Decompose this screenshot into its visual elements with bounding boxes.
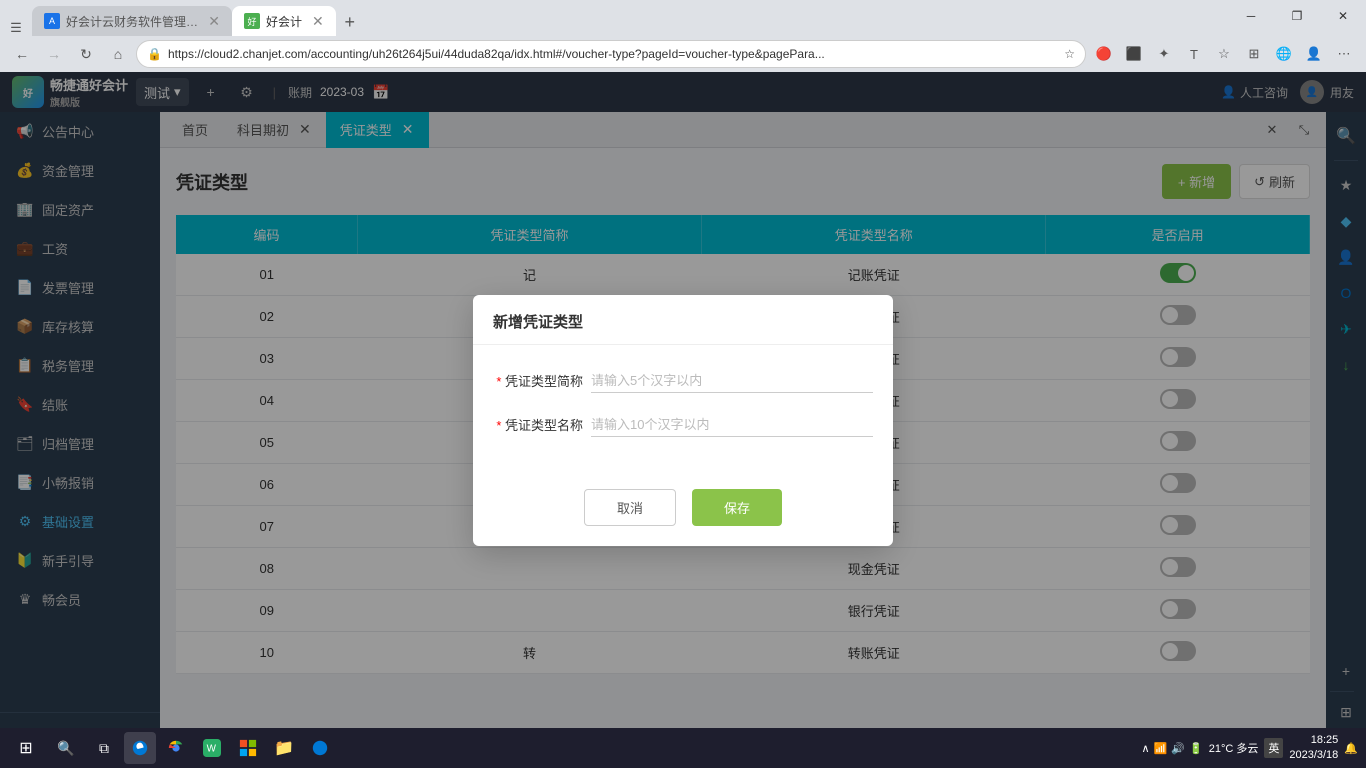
extension-btn-5[interactable]: ☆ [1210, 40, 1238, 68]
tab-favicon-1: A [44, 13, 60, 29]
extension-btn-3[interactable]: ✦ [1150, 40, 1178, 68]
tab-inactive-1[interactable]: A 好会计云财务软件管理系统_会计 ✕ [32, 6, 232, 36]
back-button[interactable]: ← [8, 40, 36, 68]
cancel-button[interactable]: 取消 [584, 489, 676, 526]
extension-btn-2[interactable]: ⬛ [1120, 40, 1148, 68]
form-row-short: 凭证类型简称 [493, 369, 873, 393]
taskbar-wechat[interactable]: W [196, 732, 228, 764]
extension-btn-7[interactable]: 🌐 [1270, 40, 1298, 68]
more-btn[interactable]: ⋯ [1330, 40, 1358, 68]
taskbar-edge-2[interactable] [304, 732, 336, 764]
taskbar-sys-icons: ∧ 📶 🔊 🔋 [1142, 742, 1203, 755]
extension-btn-4[interactable]: T [1180, 40, 1208, 68]
modal-body: 凭证类型简称 凭证类型名称 [473, 345, 893, 477]
taskbar-date: 2023/3/18 [1289, 748, 1338, 763]
taskbar-chrome[interactable] [160, 732, 192, 764]
minimize-button[interactable]: ─ [1228, 0, 1274, 32]
address-bar-row: ← → ↻ ⌂ 🔒 https://cloud2.chanjet.com/acc… [0, 36, 1366, 72]
taskbar-battery: 🔋 [1189, 742, 1203, 755]
modal-header: 新增凭证类型 [473, 295, 893, 345]
new-tab-button[interactable]: + [336, 8, 364, 36]
address-text: https://cloud2.chanjet.com/accounting/uh… [168, 47, 1058, 61]
taskbar-store[interactable] [232, 732, 264, 764]
taskbar-folder[interactable]: 📁 [268, 732, 300, 764]
name-input[interactable] [591, 413, 873, 437]
tab-close-2[interactable]: ✕ [312, 13, 324, 30]
extension-btn-6[interactable]: ⊞ [1240, 40, 1268, 68]
browser-actions: 🔴 ⬛ ✦ T ☆ ⊞ 🌐 👤 ⋯ [1090, 40, 1358, 68]
taskbar-wifi: 📶 [1154, 742, 1168, 755]
taskbar-multitask[interactable]: ⧉ [88, 732, 120, 764]
modal-overlay: 新增凭证类型 凭证类型简称 凭证类型名称 取消 保存 [0, 72, 1366, 768]
maximize-button[interactable]: ❐ [1274, 0, 1320, 32]
tab-close-1[interactable]: ✕ [208, 13, 220, 30]
taskbar-clock: 18:25 2023/3/18 [1289, 733, 1338, 764]
taskbar-lang: 英 [1264, 738, 1283, 758]
taskbar-notification[interactable]: 🔔 [1344, 742, 1358, 755]
account-btn[interactable]: 👤 [1300, 40, 1328, 68]
tab-active-2[interactable]: 好 好会计 ✕ [232, 6, 336, 36]
form-row-name: 凭证类型名称 [493, 413, 873, 437]
name-label: 凭证类型名称 [493, 415, 583, 434]
taskbar-arrow-up[interactable]: ∧ [1142, 742, 1150, 755]
taskbar-weather: 21°C 多云 [1209, 740, 1259, 756]
tab-favicon-2: 好 [244, 13, 260, 29]
extension-btn-1[interactable]: 🔴 [1090, 40, 1118, 68]
modal-footer: 取消 保存 [473, 477, 893, 546]
taskbar: ⊞ 🔍 ⧉ W 📁 ∧ 📶 🔊 🔋 21°C 多云 英 18:25 2023/3… [0, 728, 1366, 768]
save-button[interactable]: 保存 [692, 489, 782, 526]
short-input[interactable] [591, 369, 873, 393]
star-icon[interactable]: ☆ [1064, 47, 1075, 61]
taskbar-time: 18:25 [1289, 733, 1338, 748]
taskbar-edge[interactable] [124, 732, 156, 764]
browser-tab-bar: ☰ A 好会计云财务软件管理系统_会计 ✕ 好 好会计 ✕ + [0, 0, 1366, 36]
taskbar-right: ∧ 📶 🔊 🔋 21°C 多云 英 18:25 2023/3/18 🔔 [1142, 733, 1358, 764]
svg-text:W: W [207, 744, 217, 755]
home-button[interactable]: ⌂ [104, 40, 132, 68]
modal-title: 新增凭证类型 [493, 314, 583, 331]
close-button[interactable]: ✕ [1320, 0, 1366, 32]
taskbar-search[interactable]: 🔍 [48, 730, 84, 766]
short-label: 凭证类型简称 [493, 371, 583, 390]
tab-label-2: 好会计 [266, 13, 302, 30]
reload-button[interactable]: ↻ [72, 40, 100, 68]
modal-dialog: 新增凭证类型 凭证类型简称 凭证类型名称 取消 保存 [473, 295, 893, 546]
lock-icon: 🔒 [147, 47, 162, 61]
taskbar-sound: 🔊 [1171, 742, 1185, 755]
tab-label-1: 好会计云财务软件管理系统_会计 [66, 13, 198, 30]
forward-button[interactable]: → [40, 40, 68, 68]
start-button[interactable]: ⊞ [8, 730, 44, 766]
browser-sidebar-toggle[interactable]: ☰ [0, 20, 32, 36]
address-box[interactable]: 🔒 https://cloud2.chanjet.com/accounting/… [136, 40, 1086, 68]
